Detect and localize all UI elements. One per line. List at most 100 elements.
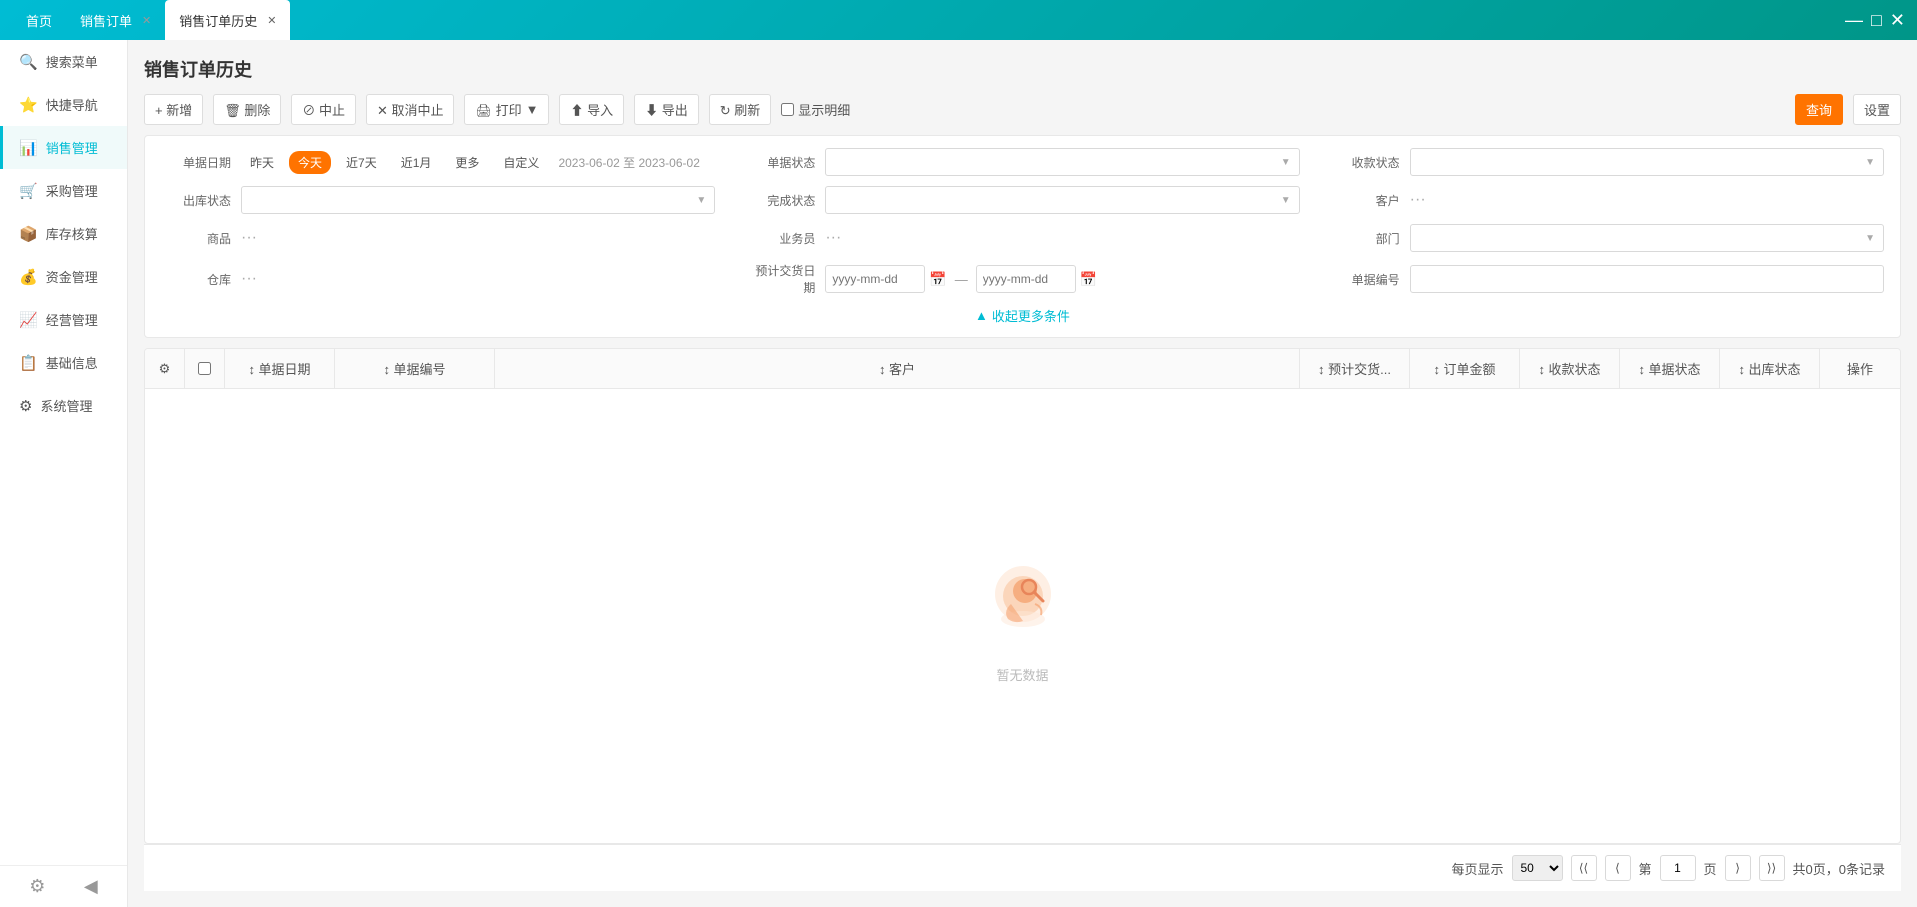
goods-dots[interactable]: ···: [241, 229, 257, 247]
th-action: 操作: [1820, 349, 1900, 388]
display-detail-checkbox[interactable]: [781, 103, 794, 116]
sidebar-item-business[interactable]: 📈 经营管理: [0, 298, 127, 341]
dept-control: ▼: [1410, 224, 1884, 252]
prev-page-button[interactable]: ⟨: [1605, 855, 1631, 881]
tab-sales-order[interactable]: 销售订单 ✕: [66, 0, 165, 40]
collapse-row[interactable]: ▲ 收起更多条件: [161, 306, 1884, 325]
sidebar-item-base-info[interactable]: 📋 基础信息: [0, 341, 127, 384]
date-btn-more[interactable]: 更多: [446, 151, 488, 174]
page-label: 页: [1704, 859, 1717, 878]
stop-button[interactable]: ⊘ 中止: [291, 94, 356, 125]
tab-home[interactable]: 首页: [12, 0, 66, 40]
sidebar-collapse-icon[interactable]: ◀: [84, 876, 98, 897]
delivery-dash: —: [955, 272, 968, 287]
payment-status-control: ▼: [1410, 148, 1884, 176]
sidebar-item-business-label: 经营管理: [46, 310, 98, 329]
delete-button[interactable]: 🗑 删除: [213, 94, 281, 125]
tab-sales-order-history-close[interactable]: ✕: [267, 14, 276, 27]
window-controls: — □ ✕: [1845, 10, 1905, 31]
dept-select[interactable]: ▼: [1410, 224, 1884, 252]
customer-dots[interactable]: ···: [1410, 191, 1426, 209]
new-button[interactable]: + 新增: [144, 94, 203, 125]
bill-status-select[interactable]: ▼: [825, 148, 1299, 176]
th-delivery[interactable]: ↕ 预计交货...: [1300, 349, 1410, 388]
new-label: + 新增: [155, 100, 192, 119]
first-page-button[interactable]: ⟨⟨: [1571, 855, 1597, 881]
sidebar-item-quick-nav[interactable]: ⭐ 快捷导航: [0, 83, 127, 126]
toolbar: + 新增 🗑 删除 ⊘ 中止 ✕ 取消中止 🖨 打印 ▼ ⬆ 导入 ⬇ 导出: [144, 94, 1901, 125]
empty-text: 暂无数据: [996, 665, 1048, 684]
table-header: ⚙ ↕ 单据日期 ↕ 单据编号 ↕ 客户 ↕ 预计交货...: [145, 349, 1900, 389]
maximize-icon[interactable]: □: [1871, 10, 1882, 31]
bill-status-label: 单据状态: [745, 154, 825, 171]
date-label: 单据日期: [161, 154, 241, 171]
th-customer[interactable]: ↕ 客户: [495, 349, 1300, 388]
delivery-date-control: 📅 — 📅: [825, 265, 1299, 293]
settings-button[interactable]: 设置: [1853, 94, 1901, 125]
filter-row-3: 商品 ··· 业务员 ··· 部门 ▼: [161, 224, 1884, 252]
print-button[interactable]: 🖨 打印 ▼: [464, 94, 549, 125]
delivery-date-picker: 📅 — 📅: [825, 265, 1097, 293]
th-pay-status[interactable]: ↕ 收款状态: [1520, 349, 1620, 388]
filter-row-2: 出库状态 ▼ 完成状态 ▼ 客户: [161, 186, 1884, 214]
inventory-icon: 📦: [19, 225, 38, 243]
warehouse-dots[interactable]: ···: [241, 270, 257, 288]
sidebar-item-inventory[interactable]: 📦 库存核算: [0, 212, 127, 255]
stop-label: ⊘ 中止: [302, 100, 345, 119]
complete-status-select[interactable]: ▼: [825, 186, 1299, 214]
sidebar-settings-icon[interactable]: ⚙: [29, 876, 45, 897]
date-btn-custom[interactable]: 自定义: [494, 151, 548, 174]
collapse-label: 收起更多条件: [992, 306, 1070, 325]
delivery-end-input[interactable]: [976, 265, 1076, 293]
out-status-select[interactable]: ▼: [241, 186, 715, 214]
pagination: 每页显示 50 10 20 100 ⟨⟨ ⟨ 第 页 ⟩ ⟩⟩ 共0页，0条记录: [144, 844, 1901, 891]
bill-number-input[interactable]: [1410, 265, 1884, 293]
th-date[interactable]: ↕ 单据日期: [225, 349, 335, 388]
last-page-button[interactable]: ⟩⟩: [1759, 855, 1785, 881]
next-page-button[interactable]: ⟩: [1725, 855, 1751, 881]
query-button[interactable]: 查询: [1795, 94, 1843, 125]
th-out-status[interactable]: ↕ 出库状态: [1720, 349, 1820, 388]
warehouse-control: ···: [241, 270, 715, 288]
jump-label: 第: [1639, 859, 1652, 878]
th-amount[interactable]: ↕ 订单金额: [1410, 349, 1520, 388]
close-icon[interactable]: ✕: [1890, 10, 1905, 31]
cancel-stop-button[interactable]: ✕ 取消中止: [366, 94, 455, 125]
delete-label: 🗑 删除: [224, 100, 270, 119]
page-size-select[interactable]: 50 10 20 100: [1512, 855, 1563, 881]
salesman-dots[interactable]: ···: [825, 229, 841, 247]
export-button[interactable]: ⬇ 导出: [634, 94, 699, 125]
delivery-start-input[interactable]: [825, 265, 925, 293]
empty-state: 暂无数据: [145, 389, 1900, 843]
minimize-icon[interactable]: —: [1845, 10, 1863, 31]
th-bill-status[interactable]: ↕ 单据状态: [1620, 349, 1720, 388]
finance-icon: 💰: [19, 268, 38, 286]
settings-label: 设置: [1864, 100, 1890, 119]
sidebar-item-sales-mgmt[interactable]: 📊 销售管理: [0, 126, 127, 169]
select-all-checkbox[interactable]: [198, 362, 211, 375]
date-btn-7days[interactable]: 近7天: [337, 151, 386, 174]
import-button[interactable]: ⬆ 导入: [559, 94, 624, 125]
query-label: 查询: [1806, 100, 1832, 119]
tab-sales-order-history[interactable]: 销售订单历史 ✕: [165, 0, 290, 40]
page-number-input[interactable]: [1660, 855, 1696, 881]
th-checkbox[interactable]: [185, 349, 225, 388]
th-gear[interactable]: ⚙: [145, 349, 185, 388]
complete-status-label: 完成状态: [745, 192, 825, 209]
sidebar-item-system[interactable]: ⚙ 系统管理: [0, 384, 127, 427]
sidebar-item-purchase-mgmt[interactable]: 🛒 采购管理: [0, 169, 127, 212]
sidebar-item-search-menu[interactable]: 🔍 搜索菜单: [0, 40, 127, 83]
delivery-start-cal-icon[interactable]: 📅: [929, 271, 946, 288]
sidebar-item-finance[interactable]: 💰 资金管理: [0, 255, 127, 298]
refresh-button[interactable]: ↻ 刷新: [709, 94, 772, 125]
delivery-end-cal-icon[interactable]: 📅: [1080, 271, 1097, 288]
tab-sales-order-close[interactable]: ✕: [142, 14, 151, 27]
payment-status-select[interactable]: ▼: [1410, 148, 1884, 176]
date-btn-today[interactable]: 今天: [289, 151, 331, 174]
th-number[interactable]: ↕ 单据编号: [335, 349, 495, 388]
display-detail-wrapper: 显示明细: [781, 100, 850, 119]
date-btn-1month[interactable]: 近1月: [392, 151, 441, 174]
sidebar-item-inventory-label: 库存核算: [46, 224, 98, 243]
date-btn-yesterday[interactable]: 昨天: [241, 151, 283, 174]
salesman-label: 业务员: [745, 230, 825, 247]
